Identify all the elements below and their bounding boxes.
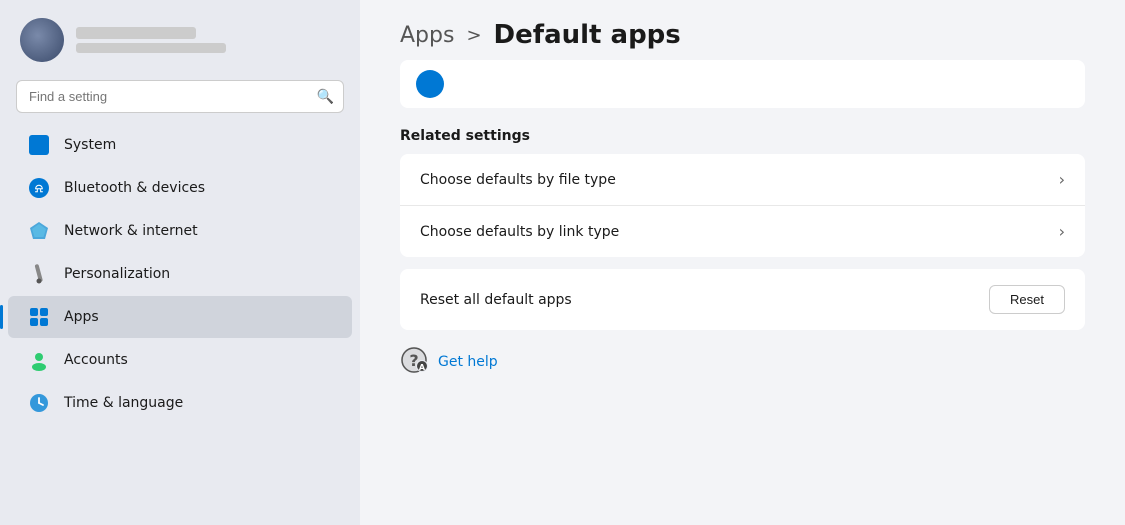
search-icon: 🔍 <box>317 89 334 105</box>
reset-card: Reset all default apps Reset <box>400 269 1085 330</box>
sidebar-item-accounts-label: Accounts <box>64 352 128 368</box>
user-email-blur <box>76 43 226 53</box>
reset-label: Reset all default apps <box>420 292 572 308</box>
sidebar-nav: System ⍾ Bluetooth & devices Network & i… <box>0 119 360 525</box>
sidebar-item-accounts[interactable]: Accounts <box>8 339 352 381</box>
svg-text:A: A <box>419 363 426 372</box>
breadcrumb-separator: > <box>466 25 481 46</box>
sidebar-item-time[interactable]: Time & language <box>8 382 352 424</box>
user-info <box>76 27 226 53</box>
link-type-label: Choose defaults by link type <box>420 224 619 240</box>
related-settings-title: Related settings <box>400 128 1085 144</box>
sidebar-item-time-label: Time & language <box>64 395 183 411</box>
sidebar: 🔍 System ⍾ Bluetooth & devices Network &… <box>0 0 360 525</box>
time-icon <box>28 392 50 414</box>
sidebar-item-network[interactable]: Network & internet <box>8 210 352 252</box>
main-body: Related settings Choose defaults by file… <box>360 60 1125 402</box>
reset-row: Reset all default apps Reset <box>400 269 1085 330</box>
sidebar-item-personalization-label: Personalization <box>64 266 170 282</box>
file-type-label: Choose defaults by file type <box>420 172 616 188</box>
search-input[interactable] <box>16 80 344 113</box>
settings-row-file-type[interactable]: Choose defaults by file type › <box>400 154 1085 206</box>
top-card-indicator <box>416 70 444 98</box>
link-type-chevron: › <box>1059 222 1065 241</box>
sidebar-header <box>0 0 360 72</box>
breadcrumb-current: Default apps <box>494 20 681 50</box>
sidebar-item-bluetooth[interactable]: ⍾ Bluetooth & devices <box>8 167 352 209</box>
file-type-chevron: › <box>1059 170 1065 189</box>
settings-row-link-type[interactable]: Choose defaults by link type › <box>400 206 1085 257</box>
accounts-icon <box>28 349 50 371</box>
breadcrumb-parent[interactable]: Apps <box>400 23 454 48</box>
settings-card: Choose defaults by file type › Choose de… <box>400 154 1085 257</box>
get-help-link[interactable]: Get help <box>438 354 498 370</box>
help-icon: ? A <box>400 346 428 378</box>
get-help-row: ? A Get help <box>400 342 1085 382</box>
network-icon <box>28 220 50 242</box>
reset-button[interactable]: Reset <box>989 285 1065 314</box>
search-box: 🔍 <box>16 80 344 113</box>
apps-icon <box>28 306 50 328</box>
user-name-blur <box>76 27 196 39</box>
sidebar-item-apps[interactable]: Apps <box>8 296 352 338</box>
main-content: Apps > Default apps Related settings Cho… <box>360 0 1125 525</box>
sidebar-item-apps-label: Apps <box>64 309 99 325</box>
sidebar-item-bluetooth-label: Bluetooth & devices <box>64 180 205 196</box>
sidebar-item-system[interactable]: System <box>8 124 352 166</box>
main-header: Apps > Default apps <box>360 0 1125 60</box>
bluetooth-icon: ⍾ <box>28 177 50 199</box>
sidebar-item-personalization[interactable]: Personalization <box>8 253 352 295</box>
sidebar-item-network-label: Network & internet <box>64 223 198 239</box>
top-card-partial <box>400 60 1085 108</box>
personalization-icon <box>28 263 50 285</box>
sidebar-item-system-label: System <box>64 137 116 153</box>
avatar <box>20 18 64 62</box>
system-icon <box>28 134 50 156</box>
